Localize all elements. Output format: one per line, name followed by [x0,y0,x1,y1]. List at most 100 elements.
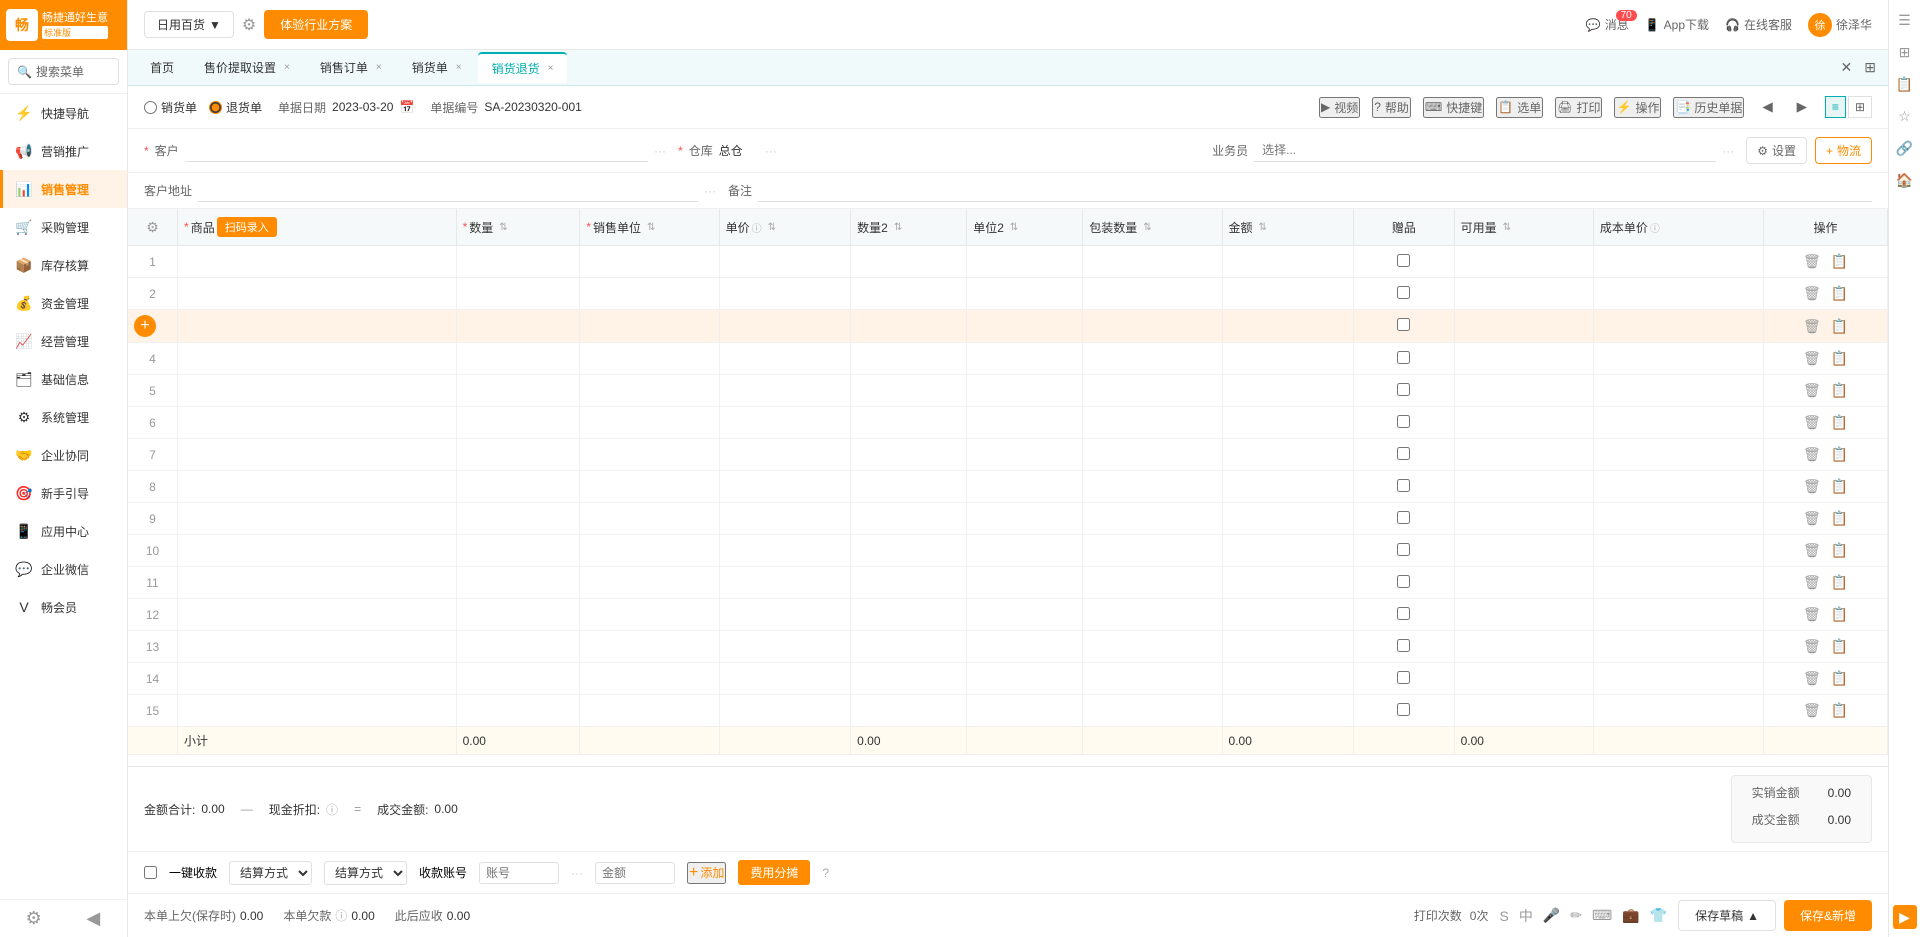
sidebar-item-sales[interactable]: 📊 销售管理 [0,170,127,208]
tab-sales-order[interactable]: 销售订单 × [306,53,396,82]
gift-checkbox[interactable] [1397,607,1410,620]
scan-input-button[interactable]: 扫码录入 [217,217,277,237]
delete-row-button[interactable]: 🗑 [1801,476,1823,497]
table-gear-icon[interactable]: ⚙ [146,219,159,235]
save-draft-button[interactable]: 保存草稿 ▲ [1678,900,1776,931]
print-button[interactable]: 🖨 打印 [1555,97,1602,118]
right-sidebar-view2-button[interactable]: ⊞ [1893,40,1917,64]
form-settings-button[interactable]: ⚙ 设置 [1746,137,1807,164]
gift-checkbox[interactable] [1397,479,1410,492]
row-quantity-cell[interactable] [456,278,580,310]
copy-row-button[interactable]: 📋 [1829,636,1850,657]
row-unit2-cell[interactable] [967,246,1083,278]
gift-checkbox[interactable] [1397,703,1410,716]
tabs-menu-button[interactable]: ⊞ [1860,57,1880,78]
sidebar-item-apps[interactable]: 📱 应用中心 [0,512,127,550]
row-quantity-cell[interactable] [456,246,580,278]
delete-row-button[interactable]: 🗑 [1801,636,1823,657]
delete-row-button[interactable]: 🗑 [1801,283,1823,304]
right-sidebar-star-button[interactable]: ☆ [1893,104,1917,128]
delete-row-button[interactable]: 🗑 [1801,604,1823,625]
tab-sales-order-close[interactable]: × [376,62,382,73]
right-sidebar-room-button[interactable]: 🏠 [1893,168,1917,192]
gift-checkbox-add[interactable] [1397,318,1410,331]
salesperson-input[interactable] [1254,139,1716,162]
delete-row-button[interactable]: 🗑 [1801,540,1823,561]
unit-price-info-icon[interactable]: ⓘ [752,220,762,235]
row-quantity2-cell[interactable] [851,278,967,310]
payment-method-select[interactable]: 结算方式 [229,861,312,885]
sidebar-item-finance[interactable]: 💰 资金管理 [0,284,127,322]
sidebar-item-purchase[interactable]: 🛒 采购管理 [0,208,127,246]
video-button[interactable]: ▶ 视频 [1319,97,1360,118]
quantity-sort-icon[interactable]: ⇅ [499,222,507,233]
right-sidebar-action-button[interactable]: ▶ [1893,905,1917,929]
payment-account-input[interactable] [479,862,559,884]
customer-picker-icon[interactable]: ··· [654,144,666,158]
radio-sales-bill-input[interactable] [144,101,157,114]
sidebar-collapse-button[interactable]: ◀ [68,908,120,929]
help-button[interactable]: ? 帮助 [1372,97,1411,118]
add-row-btn-cell[interactable]: + [128,310,178,343]
row-cost-price-cell[interactable] [1593,246,1763,278]
gift-checkbox[interactable] [1397,286,1410,299]
add-row-pack-qty-cell[interactable] [1083,310,1222,343]
add-row-cost-price-cell[interactable] [1593,310,1763,343]
radio-sales-bill[interactable]: 销货单 [144,99,197,116]
radio-return-bill[interactable]: 退货单 [209,99,262,116]
address-input[interactable] [198,179,698,202]
add-payment-button[interactable]: + 添加 [687,862,726,884]
sidebar-item-wechat[interactable]: 💬 企业微信 [0,550,127,588]
gift-checkbox[interactable] [1397,575,1410,588]
sidebar-item-basic[interactable]: 🗂 基础信息 [0,360,127,398]
delete-row-button[interactable]: 🗑 [1801,348,1823,369]
copy-row-button[interactable]: 📋 [1829,540,1850,561]
row-pack-qty-cell[interactable] [1083,278,1222,310]
gift-checkbox[interactable] [1397,543,1410,556]
sidebar-item-guide[interactable]: 🎯 新手引导 [0,474,127,512]
right-sidebar-link-button[interactable]: 🔗 [1893,136,1917,160]
add-row-unit-price-cell[interactable] [719,310,851,343]
gift-checkbox[interactable] [1397,511,1410,524]
delete-row-button[interactable]: 🗑 [1801,444,1823,465]
row-amount-cell[interactable] [1222,246,1354,278]
detail-view-button[interactable]: ≡ [1825,96,1846,118]
copy-row-button[interactable]: 📋 [1829,668,1850,689]
close-all-tabs-button[interactable]: ✕ [1837,57,1857,78]
gift-checkbox[interactable] [1397,447,1410,460]
add-row-unit2-cell[interactable] [967,310,1083,343]
add-row-gift-cell[interactable] [1354,310,1455,343]
search-menu-button[interactable]: 🔍 搜索菜单 [8,58,119,85]
sidebar-item-operation[interactable]: 📈 经营管理 [0,322,127,360]
cost-split-button[interactable]: 费用分摊 [738,860,810,885]
amount-sort-icon[interactable]: ⇅ [1259,222,1267,233]
add-row-product-input[interactable] [184,319,450,334]
industry-dropdown[interactable]: 日用百货 ▼ [144,11,234,38]
sidebar-item-inventory[interactable]: 📦 库存核算 [0,246,127,284]
right-sidebar-notes-button[interactable]: 📋 [1893,72,1917,96]
row-unit-price-cell[interactable] [719,278,851,310]
prev-bill-button[interactable]: ◀ [1756,97,1778,117]
bottom-icon-3[interactable]: 🎤 [1540,904,1563,927]
sidebar-item-system[interactable]: ⚙ 系统管理 [0,398,127,436]
copy-row-button[interactable]: 📋 [1829,348,1850,369]
copy-row-button[interactable]: 📋 [1829,251,1850,272]
unit2-sort-icon[interactable]: ⇅ [1010,222,1018,233]
row-product-cell[interactable] [178,246,457,278]
account-picker-icon[interactable]: ··· [571,866,583,880]
row-product-cell[interactable] [178,278,457,310]
delete-row-button[interactable]: 🗑 [1801,412,1823,433]
sidebar-item-enterprise[interactable]: 🤝 企业协同 [0,436,127,474]
payment-amount-input[interactable] [595,862,675,884]
delete-row-button[interactable]: 🗑 [1801,700,1823,721]
add-row-product-cell[interactable] [178,310,457,343]
one-click-pay-checkbox[interactable] [144,866,157,879]
delete-add-row-button[interactable]: 🗑 [1801,316,1823,337]
copy-row-button[interactable]: 📋 [1829,444,1850,465]
row-unit-price-cell[interactable] [719,246,851,278]
add-row-quantity2-cell[interactable] [851,310,967,343]
app-download-button[interactable]: 📱 App下载 [1645,16,1709,33]
salesperson-picker-icon[interactable]: ··· [1722,144,1734,158]
tab-home[interactable]: 首页 [136,53,188,82]
copy-row-button[interactable]: 📋 [1829,604,1850,625]
